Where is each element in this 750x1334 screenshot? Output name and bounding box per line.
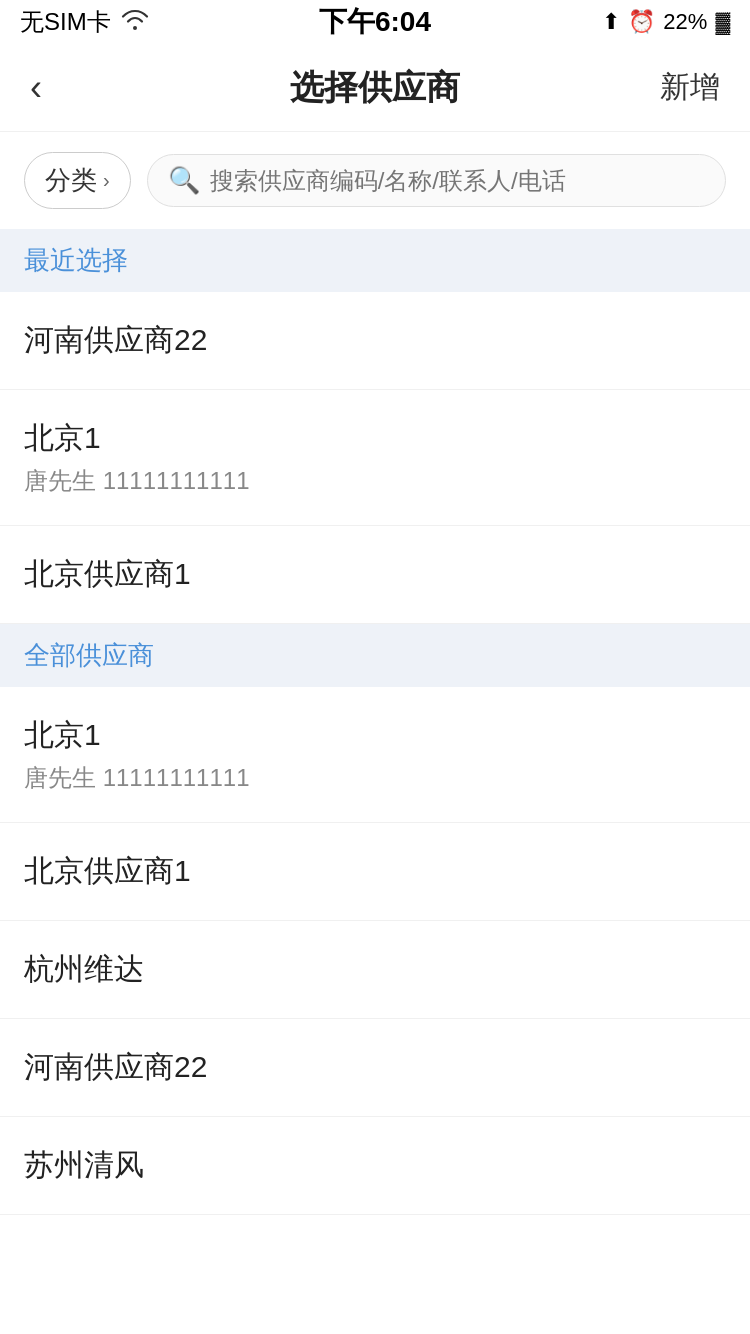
- list-item-name-0-2: 北京供应商1: [24, 554, 726, 595]
- wifi-icon: [121, 8, 149, 36]
- list-item-0-1[interactable]: 北京1 唐先生 11111111111: [0, 390, 750, 526]
- list-item-name-1-0: 北京1: [24, 715, 726, 756]
- status-right: ⬆ ⏰ 22% ▓: [602, 9, 730, 35]
- sections-container: 最近选择河南供应商22 北京1 唐先生 11111111111 北京供应商1 全部供应商…: [0, 229, 750, 1215]
- carrier-text: 无SIM卡: [20, 6, 111, 38]
- list-item-sub-1-0: 唐先生 11111111111: [24, 762, 726, 794]
- list-item-name-0-0: 河南供应商22: [24, 320, 726, 361]
- page-title: 选择供应商: [290, 65, 460, 111]
- alarm-icon: ⏰: [628, 9, 655, 35]
- battery-text: 22%: [663, 9, 707, 35]
- category-button[interactable]: 分类 ›: [24, 152, 131, 209]
- search-box: 🔍: [147, 154, 726, 207]
- filter-bar: 分类 › 🔍: [0, 132, 750, 229]
- list-item-name-1-4: 苏州清风: [24, 1145, 726, 1186]
- search-icon: 🔍: [168, 165, 200, 196]
- section-header-1: 全部供应商: [0, 624, 750, 687]
- list-item-1-2[interactable]: 杭州维达: [0, 921, 750, 1019]
- battery-icon: ▓: [715, 11, 730, 34]
- list-item-name-0-1: 北京1: [24, 418, 726, 459]
- chevron-right-icon: ›: [103, 169, 110, 192]
- list-item-1-4[interactable]: 苏州清风: [0, 1117, 750, 1215]
- section-header-0: 最近选择: [0, 229, 750, 292]
- list-item-1-3[interactable]: 河南供应商22: [0, 1019, 750, 1117]
- back-button[interactable]: ‹: [30, 67, 90, 109]
- list-item-0-2[interactable]: 北京供应商1: [0, 526, 750, 624]
- list-item-name-1-2: 杭州维达: [24, 949, 726, 990]
- add-button[interactable]: 新增: [660, 67, 720, 108]
- location-icon: ⬆: [602, 9, 620, 35]
- list-item-1-0[interactable]: 北京1 唐先生 11111111111: [0, 687, 750, 823]
- nav-bar: ‹ 选择供应商 新增: [0, 44, 750, 132]
- status-time: 下午6:04: [319, 3, 431, 41]
- list-item-1-1[interactable]: 北京供应商1: [0, 823, 750, 921]
- list-item-name-1-3: 河南供应商22: [24, 1047, 726, 1088]
- category-label: 分类: [45, 163, 97, 198]
- status-bar: 无SIM卡 下午6:04 ⬆ ⏰ 22% ▓: [0, 0, 750, 44]
- search-input[interactable]: [210, 167, 705, 195]
- status-left: 无SIM卡: [20, 6, 149, 38]
- list-item-name-1-1: 北京供应商1: [24, 851, 726, 892]
- list-item-0-0[interactable]: 河南供应商22: [0, 292, 750, 390]
- list-item-sub-0-1: 唐先生 11111111111: [24, 465, 726, 497]
